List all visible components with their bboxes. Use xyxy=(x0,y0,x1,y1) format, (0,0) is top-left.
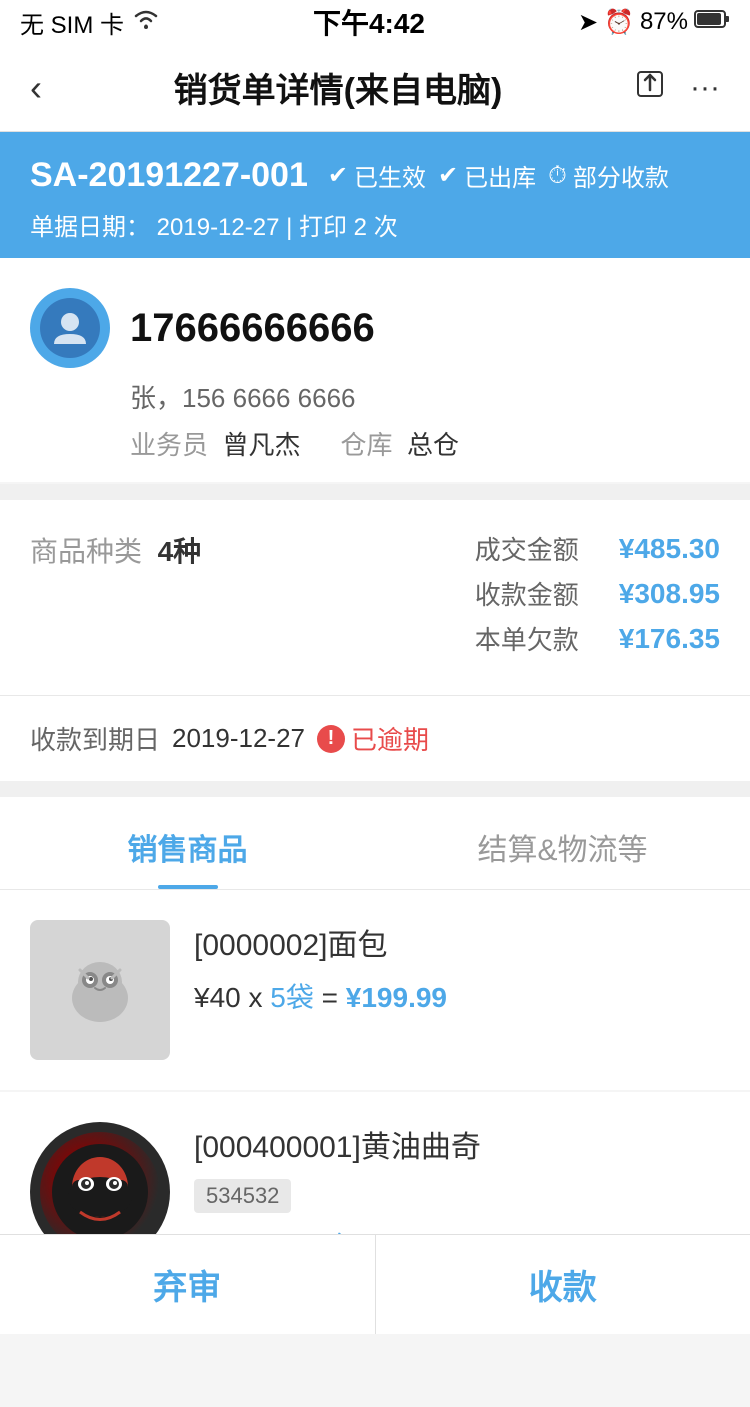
bottom-bar: 弃审 收款 xyxy=(0,1234,750,1334)
location-icon: ➤ xyxy=(578,8,598,37)
product-tag-2: 534532 xyxy=(194,1179,291,1213)
product-name-1: [0000002]面包 xyxy=(194,920,720,964)
status-right: ➤ ⏰ 87% xyxy=(578,8,730,37)
print-info: | 打印 2 次 xyxy=(286,214,398,241)
more-icon[interactable]: ··· xyxy=(690,71,720,105)
alarm-icon: ⏰ xyxy=(604,8,634,37)
kind-value: 4种 xyxy=(158,536,202,567)
nav-actions: ··· xyxy=(634,68,720,108)
share-icon[interactable] xyxy=(634,68,666,108)
date-value: 2019-12-27 xyxy=(157,214,280,241)
due-section: 收款到期日 2019-12-27 ! 已逾期 xyxy=(0,696,750,781)
overdue-icon: ! xyxy=(317,725,345,753)
warehouse-info: 仓库 总仓 xyxy=(340,425,458,462)
stats-section: 商品种类 4种 成交金额 ¥485.30 收款金额 ¥308.95 本单欠款 ¥… xyxy=(0,500,750,695)
page-title: 销货单详情(来自电脑) xyxy=(174,63,503,112)
sim-status: 无 SIM 卡 xyxy=(20,5,124,40)
warehouse-value: 总仓 xyxy=(407,430,459,460)
check-icon-1: ✔ xyxy=(328,161,348,190)
header-banner: SA-20191227-001 ✔ 已生效 ✔ 已出库 ⏱ 部分收款 单据日期：… xyxy=(0,132,750,258)
customer-meta: 业务员 曾凡杰 仓库 总仓 xyxy=(130,425,720,462)
wifi-icon xyxy=(132,8,160,37)
back-button[interactable]: ‹ xyxy=(30,67,42,109)
overdue-text: 已逾期 xyxy=(351,720,429,757)
receipt-row: 收款金额 ¥308.95 xyxy=(475,575,720,612)
status-bar: 无 SIM 卡 下午4:42 ➤ ⏰ 87% xyxy=(0,0,750,44)
battery-icon xyxy=(694,8,730,36)
avatar-icon xyxy=(40,298,100,358)
battery-text: 87% xyxy=(640,8,688,36)
customer-name-phone: 张，156 6666 6666 xyxy=(130,378,720,415)
status-left: 无 SIM 卡 xyxy=(20,5,160,40)
avatar xyxy=(30,288,110,368)
deal-label: 成交金额 xyxy=(475,530,579,567)
product-info-1: [0000002]面包 ¥40 x 5袋 = ¥199.99 xyxy=(194,920,720,1016)
price-base-1: ¥40 xyxy=(194,982,241,1013)
divider-1 xyxy=(0,484,750,500)
tabs-bar: 销售商品 结算&物流等 xyxy=(0,797,750,890)
product-name-2: [000400001]黄油曲奇 xyxy=(194,1122,720,1166)
product-item-1: [0000002]面包 ¥40 x 5袋 = ¥199.99 xyxy=(0,890,750,1090)
stats-right: 成交金额 ¥485.30 收款金额 ¥308.95 本单欠款 ¥176.35 xyxy=(475,530,720,665)
stats-left: 商品种类 4种 xyxy=(30,530,201,570)
clock-icon: ⏱ xyxy=(548,162,567,190)
status-time: 下午4:42 xyxy=(313,2,425,42)
salesperson-value: 曾凡杰 xyxy=(222,430,300,460)
order-id: SA-20191227-001 xyxy=(30,156,308,195)
due-label: 收款到期日 xyxy=(30,720,160,757)
deal-row: 成交金额 ¥485.30 xyxy=(475,530,720,567)
salesperson-label: 业务员 曾凡杰 xyxy=(130,425,300,462)
receipt-label: 收款金额 xyxy=(475,575,579,612)
deal-value: ¥485.30 xyxy=(619,533,720,565)
badge-effective: ✔ 已生效 xyxy=(328,158,426,193)
tab-products[interactable]: 销售商品 xyxy=(0,797,375,889)
cancel-audit-button[interactable]: 弃审 xyxy=(0,1235,376,1334)
owed-row: 本单欠款 ¥176.35 xyxy=(475,620,720,657)
owed-label: 本单欠款 xyxy=(475,620,579,657)
customer-phone: 17666666666 xyxy=(130,306,375,351)
banner-date-row: 单据日期： 2019-12-27 | 打印 2 次 xyxy=(30,207,720,242)
receive-payment-button[interactable]: 收款 xyxy=(376,1235,750,1334)
divider-2 xyxy=(0,781,750,797)
date-label: 单据日期： xyxy=(30,214,150,241)
price-qty-1: 5袋 xyxy=(270,982,314,1013)
nav-bar: ‹ 销货单详情(来自电脑) ··· xyxy=(0,44,750,132)
check-icon-2: ✔ xyxy=(438,161,458,190)
due-value: 2019-12-27 xyxy=(172,723,305,754)
status-badges: ✔ 已生效 ✔ 已出库 ⏱ 部分收款 xyxy=(328,158,669,193)
tab-settlement[interactable]: 结算&物流等 xyxy=(375,797,750,889)
customer-section: 17666666666 张，156 6666 6666 业务员 曾凡杰 仓库 总… xyxy=(0,258,750,482)
product-price-1: ¥40 x 5袋 = ¥199.99 xyxy=(194,976,720,1016)
price-total-1: ¥199.99 xyxy=(346,982,447,1013)
product-image-1 xyxy=(30,920,170,1060)
badge-partial-receipt: ⏱ 部分收款 xyxy=(548,158,669,193)
overdue-badge: ! 已逾期 xyxy=(317,720,429,757)
badge-out-stock: ✔ 已出库 xyxy=(438,158,536,193)
receipt-value: ¥308.95 xyxy=(619,578,720,610)
owed-value: ¥176.35 xyxy=(619,623,720,655)
